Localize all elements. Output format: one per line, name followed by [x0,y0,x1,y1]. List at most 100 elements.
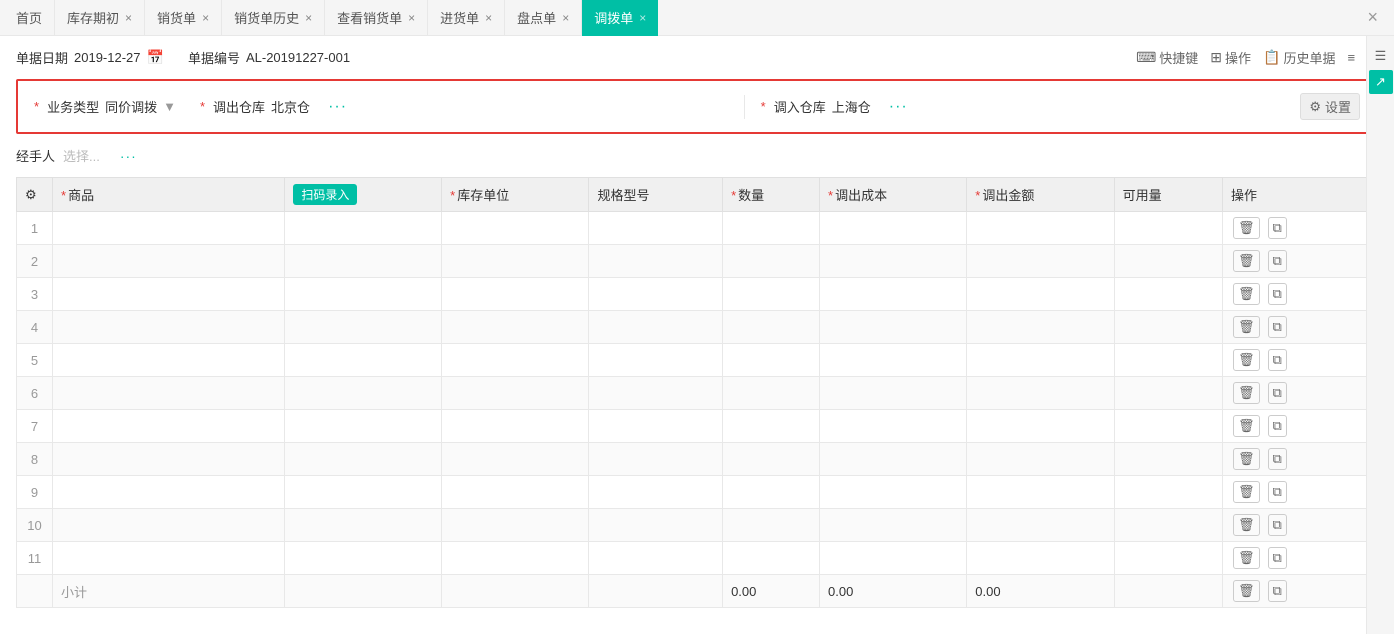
cell-qty-4[interactable] [723,311,820,344]
cell-unit-2[interactable] [442,245,589,278]
calendar-icon[interactable]: 📅 [147,49,164,66]
cell-product-5[interactable] [53,344,285,377]
cell-cost-7[interactable] [820,410,967,443]
cell-amount-9[interactable] [967,476,1114,509]
delete-btn-8[interactable]: 🗑 [1233,448,1260,470]
close-purchase-order[interactable]: × [485,11,492,25]
tab-transfer-order[interactable]: 调拨单 × [582,0,658,36]
cell-product-10[interactable] [53,509,285,542]
close-inventory-check[interactable]: × [562,11,569,25]
delete-btn-11[interactable]: 🗑 [1233,547,1260,569]
cell-spec-11[interactable] [589,542,723,575]
cell-cost-5[interactable] [820,344,967,377]
close-view-sales[interactable]: × [408,11,415,25]
copy-btn-9[interactable]: ⧉ [1268,481,1287,503]
delete-btn-4[interactable]: 🗑 [1233,316,1260,338]
cell-amount-6[interactable] [967,377,1114,410]
cell-unit-8[interactable] [442,443,589,476]
copy-btn-3[interactable]: ⧉ [1268,283,1287,305]
cell-unit-11[interactable] [442,542,589,575]
cell-cost-1[interactable] [820,212,967,245]
shortcut-action[interactable]: ⌨ 快捷键 [1136,48,1198,67]
cell-product-4[interactable] [53,311,285,344]
cell-cost-2[interactable] [820,245,967,278]
cell-qty-2[interactable] [723,245,820,278]
cell-product-11[interactable] [53,542,285,575]
copy-btn-1[interactable]: ⧉ [1268,217,1287,239]
close-transfer-order[interactable]: × [639,11,646,25]
cell-qty-3[interactable] [723,278,820,311]
close-sales-history[interactable]: × [305,11,312,25]
tab-view-sales[interactable]: 查看销货单 × [325,0,428,36]
cell-qty-9[interactable] [723,476,820,509]
cell-qty-1[interactable] [723,212,820,245]
cell-qty-7[interactable] [723,410,820,443]
cell-spec-6[interactable] [589,377,723,410]
cell-amount-8[interactable] [967,443,1114,476]
cell-amount-10[interactable] [967,509,1114,542]
cell-spec-10[interactable] [589,509,723,542]
cell-cost-3[interactable] [820,278,967,311]
cell-amount-4[interactable] [967,311,1114,344]
copy-btn-5[interactable]: ⧉ [1268,349,1287,371]
close-inventory-init[interactable]: × [125,11,132,25]
delete-btn-7[interactable]: 🗑 [1233,415,1260,437]
cell-spec-3[interactable] [589,278,723,311]
cell-spec-7[interactable] [589,410,723,443]
copy-btn-2[interactable]: ⧉ [1268,250,1287,272]
cell-amount-2[interactable] [967,245,1114,278]
tab-purchase-order[interactable]: 进货单 × [428,0,505,36]
copy-btn-10[interactable]: ⧉ [1268,514,1287,536]
cell-qty-8[interactable] [723,443,820,476]
cell-amount-1[interactable] [967,212,1114,245]
cell-amount-11[interactable] [967,542,1114,575]
cell-amount-5[interactable] [967,344,1114,377]
cell-unit-7[interactable] [442,410,589,443]
copy-btn-11[interactable]: ⧉ [1268,547,1287,569]
cell-product-9[interactable] [53,476,285,509]
cell-spec-2[interactable] [589,245,723,278]
cell-unit-9[interactable] [442,476,589,509]
cell-unit-1[interactable] [442,212,589,245]
delete-btn-10[interactable]: 🗑 [1233,514,1260,536]
tab-sales-order[interactable]: 销货单 × [145,0,222,36]
subtotal-copy-btn[interactable]: ⧉ [1268,580,1287,602]
cell-unit-5[interactable] [442,344,589,377]
person-more-btn[interactable]: ··· [120,148,137,164]
sidebar-export-btn[interactable]: ↗ [1369,70,1393,94]
tab-inventory-check[interactable]: 盘点单 × [505,0,582,36]
delete-btn-3[interactable]: 🗑 [1233,283,1260,305]
cell-cost-6[interactable] [820,377,967,410]
copy-btn-6[interactable]: ⧉ [1268,382,1287,404]
close-all-tabs[interactable]: × [1355,7,1390,28]
person-select[interactable]: 选择... [63,146,100,165]
scan-button[interactable]: 扫码录入 [293,184,357,205]
cell-product-1[interactable] [53,212,285,245]
cell-qty-6[interactable] [723,377,820,410]
cell-spec-5[interactable] [589,344,723,377]
cell-qty-5[interactable] [723,344,820,377]
cell-spec-9[interactable] [589,476,723,509]
view-toggle-list[interactable]: ≡ [1348,50,1356,65]
delete-btn-6[interactable]: 🗑 [1233,382,1260,404]
delete-btn-5[interactable]: 🗑 [1233,349,1260,371]
cell-unit-3[interactable] [442,278,589,311]
cell-unit-4[interactable] [442,311,589,344]
tab-sales-history[interactable]: 销货单历史 × [222,0,325,36]
cell-qty-11[interactable] [723,542,820,575]
close-sales-order[interactable]: × [202,11,209,25]
cell-amount-7[interactable] [967,410,1114,443]
cell-product-2[interactable] [53,245,285,278]
cell-qty-10[interactable] [723,509,820,542]
cell-product-6[interactable] [53,377,285,410]
cell-cost-11[interactable] [820,542,967,575]
tab-home[interactable]: 首页 [4,0,55,36]
sidebar-list-btn[interactable]: ☰ [1369,44,1393,68]
cell-product-7[interactable] [53,410,285,443]
business-type-value[interactable]: 同价调拨 [105,97,157,116]
th-settings[interactable]: ⚙ [17,178,53,212]
in-warehouse-more-btn[interactable]: ··· [889,98,908,116]
cell-cost-4[interactable] [820,311,967,344]
copy-btn-8[interactable]: ⧉ [1268,448,1287,470]
delete-btn-2[interactable]: 🗑 [1233,250,1260,272]
